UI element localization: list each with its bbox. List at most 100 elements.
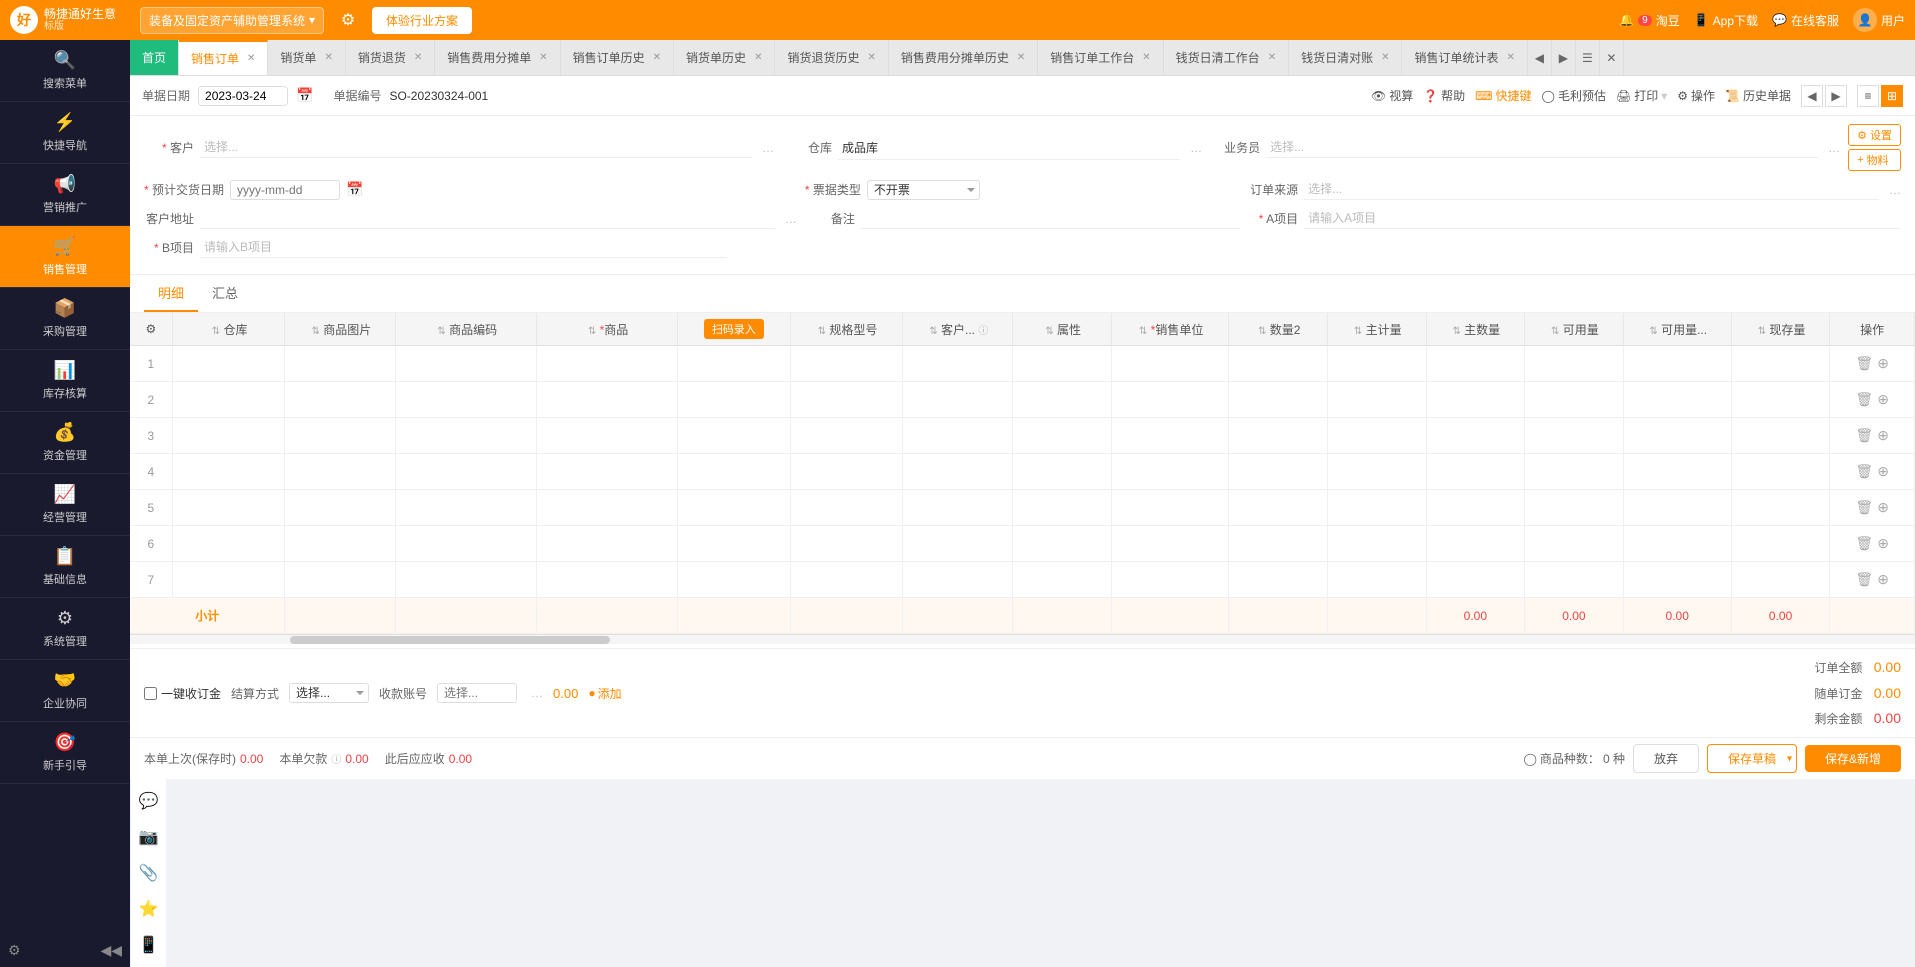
tab-close-stats[interactable]: ✕ <box>1507 52 1515 63</box>
discard-button[interactable]: 放弃 <box>1633 744 1699 773</box>
one-click-checkbox-label[interactable]: 一键收订金 <box>144 685 221 702</box>
row-customer-7[interactable] <box>903 562 1013 598</box>
add-goods-btn[interactable]: + 物料 <box>1848 149 1901 171</box>
tab-shipment[interactable]: 销货单 ✕ <box>268 40 345 76</box>
row-spec-7[interactable] <box>790 562 903 598</box>
row-product-3[interactable] <box>537 418 678 454</box>
app-download-item[interactable]: 📱 App下载 <box>1694 12 1758 29</box>
app-selector[interactable]: 装备及固定资产辅助管理系统 ▾ <box>140 7 324 34</box>
row-code-1[interactable] <box>396 346 537 382</box>
collapse-icon[interactable]: ◀◀ <box>100 942 122 959</box>
col-qty2[interactable]: ⇅ 数量2 <box>1229 313 1328 346</box>
row-customer-2[interactable] <box>903 382 1013 418</box>
help-action[interactable]: ❓ 帮助 <box>1423 87 1465 104</box>
col-scan[interactable]: 扫码录入 <box>677 313 790 346</box>
row-spec-1[interactable] <box>790 346 903 382</box>
row-attr-7[interactable] <box>1013 562 1112 598</box>
row-unit-7[interactable] <box>1111 562 1228 598</box>
right-attachment-icon[interactable]: 📎 <box>135 859 163 887</box>
delete-icon-5[interactable]: 🗑 <box>1855 499 1873 516</box>
prev-record-btn[interactable]: ◀ <box>1801 85 1823 107</box>
row-unit-4[interactable] <box>1111 454 1228 490</box>
staff-input[interactable] <box>1266 137 1818 158</box>
row-qty2-5[interactable] <box>1229 490 1328 526</box>
delivery-calendar-icon[interactable]: 📅 <box>346 181 363 198</box>
tab-return-history[interactable]: 销货退货历史 ✕ <box>775 40 888 76</box>
row-warehouse-3[interactable] <box>172 418 285 454</box>
delivery-date-input[interactable] <box>230 180 340 200</box>
row-qty2-2[interactable] <box>1229 382 1328 418</box>
sidebar-item-search[interactable]: 🔍 搜索菜单 <box>0 40 130 102</box>
row-qty2-1[interactable] <box>1229 346 1328 382</box>
tab-return[interactable]: 销货退货 ✕ <box>346 40 435 76</box>
row-attr-3[interactable] <box>1013 418 1112 454</box>
user-item[interactable]: 👤 用户 <box>1853 8 1905 32</box>
col-stock[interactable]: ⇅ 现存量 <box>1731 313 1830 346</box>
row-customer-1[interactable] <box>903 346 1013 382</box>
warehouse-more-btn[interactable]: … <box>1190 141 1202 155</box>
col-img[interactable]: ⇅ 商品图片 <box>285 313 396 346</box>
copy-icon-2[interactable]: ⊕ <box>1877 391 1889 408</box>
row-warehouse-5[interactable] <box>172 490 285 526</box>
sidebar-item-nav[interactable]: ⚡ 快捷导航 <box>0 102 130 164</box>
account-input[interactable] <box>437 683 517 703</box>
tab-fee-history[interactable]: 销售费用分摊单历史 ✕ <box>889 40 1038 76</box>
shortcut-action[interactable]: ⌨ 快捷键 <box>1475 87 1531 104</box>
tab-stats[interactable]: 销售订单统计表 ✕ <box>1402 40 1527 76</box>
row-unit-5[interactable] <box>1111 490 1228 526</box>
one-click-checkbox[interactable] <box>144 687 157 700</box>
a-project-input[interactable] <box>1304 208 1901 229</box>
invoice-select[interactable]: 不开票 增值税普通发票 增值税专用发票 <box>867 180 980 200</box>
sidebar-item-system[interactable]: ⚙ 系统管理 <box>0 598 130 660</box>
right-camera-icon[interactable]: 📷 <box>135 823 163 851</box>
copy-icon-6[interactable]: ⊕ <box>1877 535 1889 552</box>
sidebar-item-marketing[interactable]: 📢 营销推广 <box>0 164 130 226</box>
settings-icon[interactable]: ⚙ <box>334 6 362 34</box>
operate-action[interactable]: ⚙ 操作 <box>1677 87 1715 104</box>
scrollbar-thumb[interactable] <box>290 636 610 644</box>
copy-icon-4[interactable]: ⊕ <box>1877 463 1889 480</box>
delete-icon-1[interactable]: 🗑 <box>1855 355 1873 372</box>
tab-prev-btn[interactable]: ◀ <box>1528 40 1552 76</box>
sidebar-item-inventory[interactable]: 📊 库存核算 <box>0 350 130 412</box>
row-spec-3[interactable] <box>790 418 903 454</box>
detail-tab-summary[interactable]: 汇总 <box>198 275 252 312</box>
tab-close-fee-split[interactable]: ✕ <box>539 52 547 63</box>
b-project-input[interactable] <box>200 237 727 258</box>
row-code-5[interactable] <box>396 490 537 526</box>
right-star-icon[interactable]: ⭐ <box>135 895 163 923</box>
row-product-7[interactable] <box>537 562 678 598</box>
print-action[interactable]: 🖨 打印 ▾ <box>1616 87 1667 104</box>
history-action[interactable]: 📜 历史单据 <box>1725 87 1791 104</box>
col-main-unit[interactable]: ⇅ 主计量 <box>1327 313 1426 346</box>
profit-action[interactable]: ◯ 毛利预估 <box>1542 87 1606 104</box>
settings-btn[interactable]: ⚙ 设置 <box>1848 124 1901 146</box>
row-spec-6[interactable] <box>790 526 903 562</box>
tab-menu-btn[interactable]: ☰ <box>1576 40 1600 76</box>
col-product[interactable]: ⇅ *商品 <box>537 313 678 346</box>
view-action[interactable]: 👁 视算 <box>1371 87 1413 104</box>
tab-close-sales-order[interactable]: ✕ <box>247 53 255 64</box>
col-code[interactable]: ⇅ 商品编码 <box>396 313 537 346</box>
row-customer-6[interactable] <box>903 526 1013 562</box>
tab-daily-workbench[interactable]: 钱货日清工作台 ✕ <box>1164 40 1289 76</box>
tab-close-order-history[interactable]: ✕ <box>653 52 661 63</box>
notification-item[interactable]: 🔔 9 淘豆 <box>1619 12 1680 29</box>
row-customer-3[interactable] <box>903 418 1013 454</box>
delete-icon-7[interactable]: 🗑 <box>1855 571 1873 588</box>
detail-tab-detail[interactable]: 明细 <box>144 275 198 312</box>
right-barcode-icon[interactable]: 📱 <box>135 931 163 959</box>
tab-close-shipment-history[interactable]: ✕ <box>754 52 762 63</box>
tab-close-return[interactable]: ✕ <box>414 52 422 63</box>
row-unit-6[interactable] <box>1111 526 1228 562</box>
sidebar-item-enterprise[interactable]: 🤝 企业协同 <box>0 660 130 722</box>
tab-reconcile[interactable]: 钱货日清对账 ✕ <box>1289 40 1402 76</box>
tab-sales-order[interactable]: 销售订单 ✕ <box>179 40 268 76</box>
col-unit[interactable]: ⇅ *销售单位 <box>1111 313 1228 346</box>
online-service-item[interactable]: 💬 在线客服 <box>1772 12 1839 29</box>
row-attr-4[interactable] <box>1013 454 1112 490</box>
tab-order-history[interactable]: 销售订单历史 ✕ <box>561 40 674 76</box>
tab-order-workbench[interactable]: 销售订单工作台 ✕ <box>1038 40 1163 76</box>
row-code-7[interactable] <box>396 562 537 598</box>
row-warehouse-7[interactable] <box>172 562 285 598</box>
